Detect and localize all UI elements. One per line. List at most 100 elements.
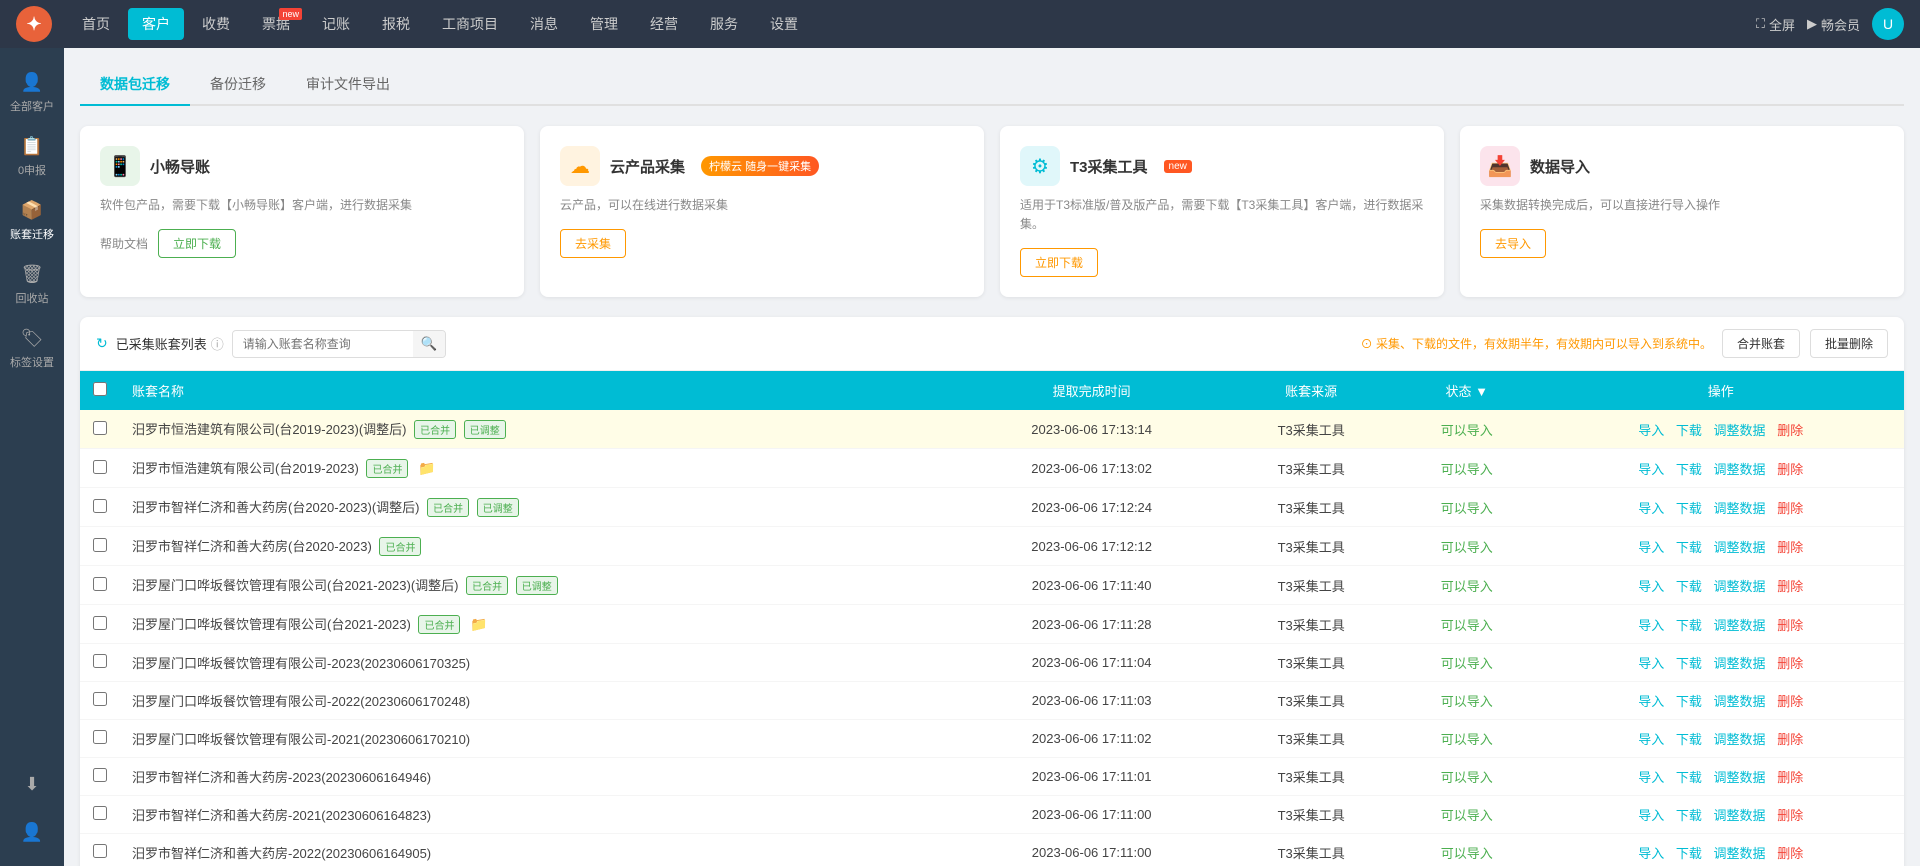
nav-operations[interactable]: 经营 <box>636 8 692 40</box>
row-checkbox[interactable] <box>93 806 107 820</box>
bulk-delete-button[interactable]: 批量删除 <box>1810 329 1888 358</box>
delete-action[interactable]: 删除 <box>1777 501 1803 516</box>
delete-action[interactable]: 删除 <box>1777 694 1803 709</box>
adjust-action[interactable]: 调整数据 <box>1714 579 1766 594</box>
row-checkbox[interactable] <box>93 844 107 858</box>
row-checkbox[interactable] <box>93 768 107 782</box>
download-action[interactable]: 下载 <box>1676 423 1702 438</box>
delete-action[interactable]: 删除 <box>1777 618 1803 633</box>
row-checkbox[interactable] <box>93 538 107 552</box>
nav-management[interactable]: 管理 <box>576 8 632 40</box>
tab-audit-export[interactable]: 审计文件导出 <box>286 64 410 106</box>
fullscreen-button[interactable]: ⛶ 全屏 <box>1756 15 1795 34</box>
nav-home[interactable]: 首页 <box>68 8 124 40</box>
import-action[interactable]: 导入 <box>1638 540 1664 555</box>
member-button[interactable]: ▶ 畅会员 <box>1807 15 1860 34</box>
import-go-btn[interactable]: 去导入 <box>1480 229 1546 258</box>
nav-service[interactable]: 服务 <box>696 8 752 40</box>
adjust-action[interactable]: 调整数据 <box>1714 423 1766 438</box>
delete-action[interactable]: 删除 <box>1777 540 1803 555</box>
delete-action[interactable]: 删除 <box>1777 808 1803 823</box>
row-status: 可以导入 <box>1441 501 1493 516</box>
download-action[interactable]: 下载 <box>1676 808 1702 823</box>
delete-action[interactable]: 删除 <box>1777 579 1803 594</box>
nav-business[interactable]: 工商项目 <box>428 8 512 40</box>
t3-download-btn[interactable]: 立即下载 <box>1020 248 1098 277</box>
adjust-action[interactable]: 调整数据 <box>1714 808 1766 823</box>
import-action[interactable]: 导入 <box>1638 732 1664 747</box>
sidebar-item-migrate[interactable]: 📦 账套迁移 <box>0 188 64 252</box>
tab-data-migration[interactable]: 数据包迁移 <box>80 64 190 106</box>
adjust-action[interactable]: 调整数据 <box>1714 732 1766 747</box>
nav-settings[interactable]: 设置 <box>756 8 812 40</box>
download-action[interactable]: 下载 <box>1676 462 1702 477</box>
merge-button[interactable]: 合并账套 <box>1722 329 1800 358</box>
row-name: 汨罗屋门口哗坂餐饮管理有限公司-2023(20230606170325) <box>132 656 470 671</box>
import-action[interactable]: 导入 <box>1638 423 1664 438</box>
nav-accounting[interactable]: 记账 <box>308 8 364 40</box>
import-action[interactable]: 导入 <box>1638 579 1664 594</box>
delete-action[interactable]: 删除 <box>1777 732 1803 747</box>
download-action[interactable]: 下载 <box>1676 694 1702 709</box>
adjust-action[interactable]: 调整数据 <box>1714 694 1766 709</box>
row-checkbox[interactable] <box>93 692 107 706</box>
delete-action[interactable]: 删除 <box>1777 656 1803 671</box>
delete-action[interactable]: 删除 <box>1777 462 1803 477</box>
refresh-icon[interactable]: ↻ <box>96 335 108 352</box>
search-button[interactable]: 🔍 <box>413 331 446 357</box>
xiaochang-download-btn[interactable]: 立即下载 <box>158 229 236 258</box>
main-content: 数据包迁移 备份迁移 审计文件导出 📱 小畅导账 软件包产品，需要下载【小畅导账… <box>64 48 1920 866</box>
import-action[interactable]: 导入 <box>1638 618 1664 633</box>
tab-backup-migration[interactable]: 备份迁移 <box>190 64 286 106</box>
import-action[interactable]: 导入 <box>1638 770 1664 785</box>
import-action[interactable]: 导入 <box>1638 501 1664 516</box>
cloud-collect-btn[interactable]: 去采集 <box>560 229 626 258</box>
adjust-action[interactable]: 调整数据 <box>1714 846 1766 861</box>
download-action[interactable]: 下载 <box>1676 618 1702 633</box>
adjust-action[interactable]: 调整数据 <box>1714 656 1766 671</box>
nav-fees[interactable]: 收费 <box>188 8 244 40</box>
import-action[interactable]: 导入 <box>1638 656 1664 671</box>
download-action[interactable]: 下载 <box>1676 656 1702 671</box>
select-all-checkbox[interactable] <box>93 382 107 396</box>
row-checkbox[interactable] <box>93 654 107 668</box>
user-avatar[interactable]: U <box>1872 8 1904 40</box>
row-checkbox[interactable] <box>93 730 107 744</box>
nav-clients[interactable]: 客户 <box>128 8 184 40</box>
nav-tax[interactable]: 报税 <box>368 8 424 40</box>
download-action[interactable]: 下载 <box>1676 540 1702 555</box>
row-checkbox[interactable] <box>93 577 107 591</box>
row-checkbox[interactable] <box>93 499 107 513</box>
delete-action[interactable]: 删除 <box>1777 846 1803 861</box>
download-action[interactable]: 下载 <box>1676 846 1702 861</box>
row-checkbox[interactable] <box>93 616 107 630</box>
import-action[interactable]: 导入 <box>1638 846 1664 861</box>
sidebar-item-recycle[interactable]: 🗑 回收站 <box>0 252 64 316</box>
sidebar-item-zero-declare[interactable]: 📋 0申报 <box>0 124 64 188</box>
download-action[interactable]: 下载 <box>1676 732 1702 747</box>
download-action[interactable]: 下载 <box>1676 579 1702 594</box>
sidebar-item-tags[interactable]: 🏷 标签设置 <box>0 316 64 380</box>
sidebar-item-user[interactable]: 👤 <box>12 810 52 854</box>
row-checkbox[interactable] <box>93 460 107 474</box>
nav-invoices[interactable]: 票据new <box>248 8 304 40</box>
help-icon[interactable]: ⓘ <box>211 334 224 353</box>
download-action[interactable]: 下载 <box>1676 501 1702 516</box>
nav-messages[interactable]: 消息 <box>516 8 572 40</box>
adjust-action[interactable]: 调整数据 <box>1714 618 1766 633</box>
sidebar-item-download[interactable]: ⬇ <box>12 762 52 806</box>
import-action[interactable]: 导入 <box>1638 462 1664 477</box>
search-input[interactable] <box>233 332 413 356</box>
adjust-action[interactable]: 调整数据 <box>1714 770 1766 785</box>
adjust-action[interactable]: 调整数据 <box>1714 462 1766 477</box>
delete-action[interactable]: 删除 <box>1777 423 1803 438</box>
sidebar-item-all-clients[interactable]: 👤 全部客户 <box>0 60 64 124</box>
download-action[interactable]: 下载 <box>1676 770 1702 785</box>
import-action[interactable]: 导入 <box>1638 694 1664 709</box>
adjust-action[interactable]: 调整数据 <box>1714 501 1766 516</box>
adjust-action[interactable]: 调整数据 <box>1714 540 1766 555</box>
import-action[interactable]: 导入 <box>1638 808 1664 823</box>
delete-action[interactable]: 删除 <box>1777 770 1803 785</box>
xiaochang-help-link[interactable]: 帮助文档 <box>100 235 148 252</box>
row-checkbox[interactable] <box>93 421 107 435</box>
